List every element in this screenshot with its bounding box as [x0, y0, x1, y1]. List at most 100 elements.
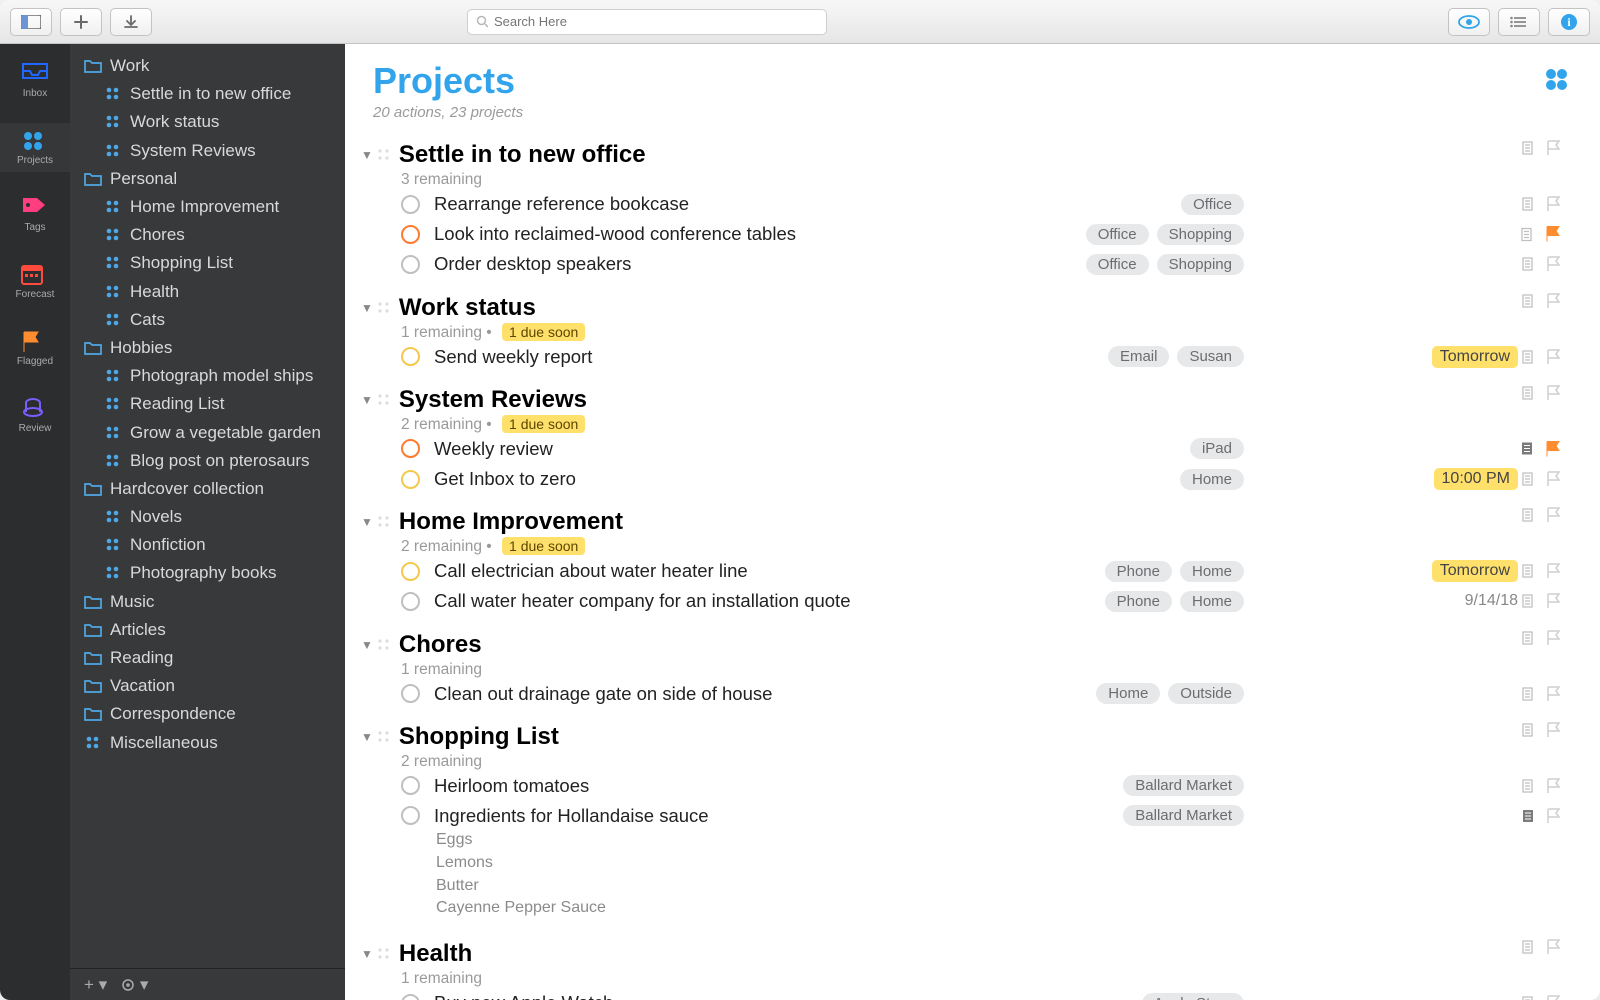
- project-header[interactable]: ▼Shopping List: [361, 709, 1574, 751]
- sidebar-item[interactable]: Shopping List: [70, 249, 345, 277]
- task-row[interactable]: Clean out drainage gate on side of house…: [401, 679, 1574, 709]
- sidebar-item[interactable]: Home Improvement: [70, 193, 345, 221]
- rail-item-forecast[interactable]: Forecast: [0, 257, 70, 306]
- sidebar-item[interactable]: Reading List: [70, 390, 345, 418]
- rail-item-flagged[interactable]: Flagged: [0, 324, 70, 373]
- disclosure-triangle[interactable]: ▼: [361, 947, 373, 961]
- tag-pill[interactable]: Ballard Market: [1123, 805, 1244, 826]
- tag-pill[interactable]: Phone: [1105, 561, 1172, 582]
- perspective-icon[interactable]: [1542, 66, 1570, 94]
- sidebar-item[interactable]: Health: [70, 278, 345, 306]
- tag-pill[interactable]: Home: [1180, 561, 1244, 582]
- status-circle[interactable]: [401, 776, 420, 795]
- sidebar-gear-button[interactable]: ▾: [121, 975, 148, 995]
- tag-pill[interactable]: Office: [1086, 254, 1149, 275]
- disclosure-triangle[interactable]: ▼: [361, 393, 373, 407]
- tag-pill[interactable]: Shopping: [1157, 224, 1244, 245]
- task-row[interactable]: Call water heater company for an install…: [401, 586, 1574, 616]
- disclosure-triangle[interactable]: ▼: [361, 730, 373, 744]
- task-row[interactable]: Rearrange reference bookcaseOffice: [401, 189, 1574, 219]
- task-row[interactable]: Send weekly reportEmailSusanTomorrow: [401, 342, 1574, 372]
- sidebar-add-button[interactable]: + ▾: [84, 975, 107, 995]
- project-header[interactable]: ▼Health: [361, 926, 1574, 968]
- drag-handle[interactable]: [377, 301, 391, 315]
- sidebar-item[interactable]: Correspondence: [70, 700, 345, 728]
- status-circle[interactable]: [401, 994, 420, 1000]
- sidebar-item[interactable]: System Reviews: [70, 137, 345, 165]
- drag-handle[interactable]: [377, 638, 391, 652]
- sidebar-item[interactable]: Grow a vegetable garden: [70, 418, 345, 446]
- sidebar-item[interactable]: Cats: [70, 306, 345, 334]
- sidebar-item[interactable]: Photograph model ships: [70, 362, 345, 390]
- tag-pill[interactable]: Email: [1108, 346, 1170, 367]
- sidebar-item[interactable]: Work: [70, 52, 345, 80]
- rail-item-tags[interactable]: Tags: [0, 190, 70, 239]
- info-button[interactable]: i: [1548, 8, 1590, 36]
- list-button[interactable]: [1498, 8, 1540, 36]
- tag-pill[interactable]: Susan: [1177, 346, 1244, 367]
- task-row[interactable]: Heirloom tomatoesBallard Market: [401, 771, 1574, 801]
- project-header[interactable]: ▼Home Improvement: [361, 494, 1574, 536]
- tag-pill[interactable]: Home: [1180, 591, 1244, 612]
- disclosure-triangle[interactable]: ▼: [361, 301, 373, 315]
- status-circle[interactable]: [401, 806, 420, 825]
- task-row[interactable]: Call electrician about water heater line…: [401, 556, 1574, 586]
- status-circle[interactable]: [401, 225, 420, 244]
- task-row[interactable]: Ingredients for Hollandaise sauceBallard…: [401, 801, 1574, 831]
- tag-pill[interactable]: Apple Store: [1142, 993, 1244, 1000]
- sidebar-item[interactable]: Vacation: [70, 672, 345, 700]
- status-circle[interactable]: [401, 470, 420, 489]
- search-input[interactable]: [494, 14, 818, 29]
- tag-pill[interactable]: iPad: [1190, 438, 1244, 459]
- sidebar-item[interactable]: Hardcover collection: [70, 475, 345, 503]
- drag-handle[interactable]: [377, 148, 391, 162]
- project-header[interactable]: ▼Work status: [361, 280, 1574, 322]
- status-circle[interactable]: [401, 195, 420, 214]
- tag-pill[interactable]: Shopping: [1157, 254, 1244, 275]
- project-header[interactable]: ▼Chores: [361, 617, 1574, 659]
- project-header[interactable]: ▼System Reviews: [361, 372, 1574, 414]
- task-row[interactable]: Get Inbox to zeroHome10:00 PM: [401, 464, 1574, 494]
- sidebar-item[interactable]: Photography books: [70, 559, 345, 587]
- task-row[interactable]: Order desktop speakersOfficeShopping: [401, 249, 1574, 279]
- sidebar-item[interactable]: Miscellaneous: [70, 729, 345, 757]
- sidebar-item[interactable]: Music: [70, 588, 345, 616]
- disclosure-triangle[interactable]: ▼: [361, 148, 373, 162]
- status-circle[interactable]: [401, 684, 420, 703]
- drag-handle[interactable]: [377, 730, 391, 744]
- status-circle[interactable]: [401, 255, 420, 274]
- download-button[interactable]: [110, 8, 152, 36]
- task-row[interactable]: Look into reclaimed-wood conference tabl…: [401, 219, 1574, 249]
- tag-pill[interactable]: Home: [1180, 469, 1244, 490]
- tag-pill[interactable]: Home: [1096, 683, 1160, 704]
- status-circle[interactable]: [401, 592, 420, 611]
- tag-pill[interactable]: Ballard Market: [1123, 775, 1244, 796]
- disclosure-triangle[interactable]: ▼: [361, 515, 373, 529]
- sidebar-item[interactable]: Reading: [70, 644, 345, 672]
- sidebar-item[interactable]: Blog post on pterosaurs: [70, 447, 345, 475]
- tag-pill[interactable]: Phone: [1105, 591, 1172, 612]
- sidebar-item[interactable]: Nonfiction: [70, 531, 345, 559]
- sidebar-item[interactable]: Personal: [70, 165, 345, 193]
- drag-handle[interactable]: [377, 393, 391, 407]
- project-header[interactable]: ▼Settle in to new office: [361, 127, 1574, 169]
- view-button[interactable]: [1448, 8, 1490, 36]
- sidebar-item[interactable]: Articles: [70, 616, 345, 644]
- rail-item-inbox[interactable]: Inbox: [0, 56, 70, 105]
- sidebar-item[interactable]: Chores: [70, 221, 345, 249]
- drag-handle[interactable]: [377, 947, 391, 961]
- sidebar-item[interactable]: Hobbies: [70, 334, 345, 362]
- rail-item-projects[interactable]: Projects: [0, 123, 70, 172]
- sidebar-item[interactable]: Work status: [70, 108, 345, 136]
- drag-handle[interactable]: [377, 515, 391, 529]
- tag-pill[interactable]: Office: [1086, 224, 1149, 245]
- task-row[interactable]: Buy new Apple WatchApple Store: [401, 988, 1574, 1000]
- add-button[interactable]: [60, 8, 102, 36]
- sidebar-item[interactable]: Novels: [70, 503, 345, 531]
- status-circle[interactable]: [401, 347, 420, 366]
- task-row[interactable]: Weekly reviewiPad: [401, 434, 1574, 464]
- status-circle[interactable]: [401, 562, 420, 581]
- toggle-sidebar-button[interactable]: [10, 8, 52, 36]
- rail-item-review[interactable]: Review: [0, 391, 70, 440]
- status-circle[interactable]: [401, 439, 420, 458]
